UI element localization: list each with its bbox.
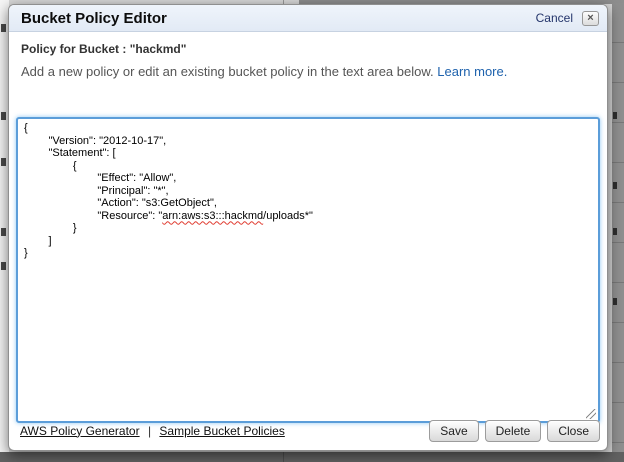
background-artifact (613, 112, 617, 119)
bucket-policy-editor-dialog: Bucket Policy Editor Cancel × Policy for… (8, 4, 608, 451)
background-artifact (1, 262, 6, 270)
background-artifact (613, 182, 617, 189)
save-button[interactable]: Save (429, 420, 478, 442)
close-button[interactable]: Close (547, 420, 600, 442)
dialog-footer: AWS Policy Generator | Sample Bucket Pol… (20, 418, 600, 443)
close-icon[interactable]: × (582, 11, 599, 26)
background-artifact (1, 228, 6, 236)
background-artifact (613, 298, 617, 305)
delete-button[interactable]: Delete (485, 420, 542, 442)
description-text: Add a new policy or edit an existing buc… (21, 64, 434, 79)
cancel-link[interactable]: Cancel (536, 11, 573, 25)
policy-text-before: { "Version": "2012-10-17", "Statement": … (24, 122, 217, 222)
policy-textarea[interactable]: { "Version": "2012-10-17", "Statement": … (16, 117, 600, 423)
policy-for-bucket-label: Policy for Bucket : "hackmd" (21, 42, 595, 56)
aws-policy-generator-link[interactable]: AWS Policy Generator (20, 424, 140, 438)
policy-text-misspelled: arn:aws:s3:::hackmd (162, 210, 263, 222)
link-separator: | (148, 424, 151, 438)
footer-links: AWS Policy Generator | Sample Bucket Pol… (20, 424, 429, 438)
background-bottom-bar (0, 452, 624, 462)
background-artifact (613, 228, 617, 235)
background-page-right-edge (612, 3, 624, 452)
sample-bucket-policies-link[interactable]: Sample Bucket Policies (159, 424, 284, 438)
background-artifact (1, 24, 6, 32)
learn-more-link[interactable]: Learn more. (437, 64, 507, 79)
dialog-description: Add a new policy or edit an existing buc… (21, 64, 595, 79)
background-artifact (1, 158, 6, 166)
footer-buttons: Save Delete Close (429, 420, 600, 442)
dialog-title: Bucket Policy Editor (21, 10, 536, 27)
background-divider (283, 452, 284, 462)
dialog-header: Bucket Policy Editor Cancel × (9, 5, 607, 32)
background-artifact (1, 112, 6, 120)
